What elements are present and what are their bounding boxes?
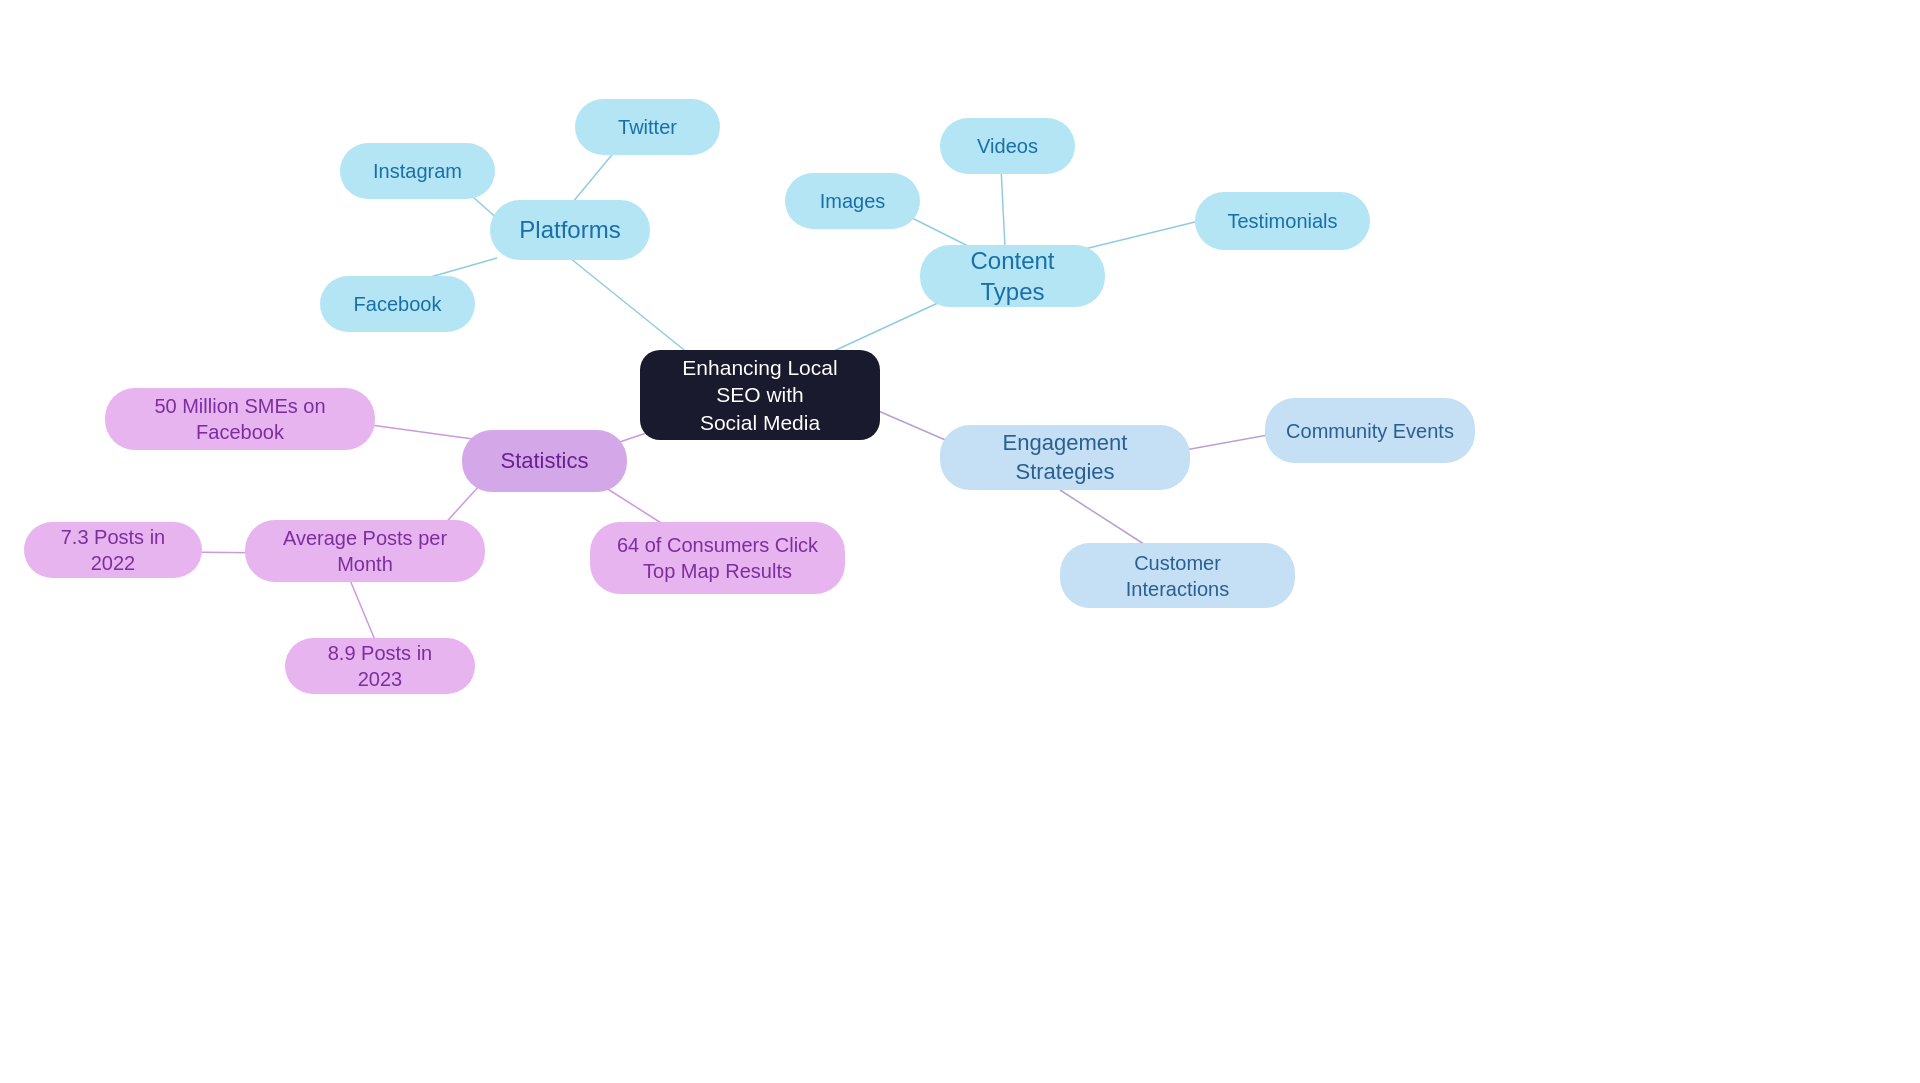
customer-interactions-label: Customer Interactions [1080,550,1275,602]
images-node[interactable]: Images [785,173,920,229]
platforms-label: Platforms [519,214,620,245]
content-types-node[interactable]: Content Types [920,245,1105,307]
images-label: Images [820,188,886,214]
twitter-label: Twitter [618,114,677,140]
smes-node[interactable]: 50 Million SMEs on Facebook [105,388,375,450]
twitter-node[interactable]: Twitter [575,99,720,155]
statistics-label: Statistics [500,447,588,476]
center-node[interactable]: Enhancing Local SEO with Social Media [640,350,880,440]
customer-interactions-node[interactable]: Customer Interactions [1060,543,1295,608]
consumers-node[interactable]: 64 of Consumers Click Top Map Results [590,522,845,594]
content-types-label: Content Types [940,245,1085,307]
svg-line-16 [350,580,375,640]
avg-posts-node[interactable]: Average Posts per Month [245,520,485,582]
engagement-node[interactable]: Engagement Strategies [940,425,1190,490]
videos-node[interactable]: Videos [940,118,1075,174]
posts-2023-label: 8.9 Posts in 2023 [305,640,455,692]
community-events-label: Community Events [1286,418,1454,444]
posts-2023-node[interactable]: 8.9 Posts in 2023 [285,638,475,694]
svg-line-10 [1060,490,1150,548]
facebook-node[interactable]: Facebook [320,276,475,332]
testimonials-node[interactable]: Testimonials [1195,192,1370,250]
testimonials-label: Testimonials [1227,208,1337,234]
platforms-node[interactable]: Platforms [490,200,650,260]
videos-label: Videos [977,133,1038,159]
statistics-node[interactable]: Statistics [462,430,627,492]
posts-2022-label: 7.3 Posts in 2022 [44,524,182,576]
engagement-label: Engagement Strategies [960,429,1170,486]
posts-2022-node[interactable]: 7.3 Posts in 2022 [24,522,202,578]
instagram-node[interactable]: Instagram [340,143,495,199]
facebook-label: Facebook [354,291,442,317]
avg-posts-label: Average Posts per Month [265,525,465,577]
consumers-label: 64 of Consumers Click Top Map Results [610,532,825,584]
center-label: Enhancing Local SEO with Social Media [660,354,860,436]
community-events-node[interactable]: Community Events [1265,398,1475,463]
instagram-label: Instagram [373,158,462,184]
smes-label: 50 Million SMEs on Facebook [125,393,355,445]
